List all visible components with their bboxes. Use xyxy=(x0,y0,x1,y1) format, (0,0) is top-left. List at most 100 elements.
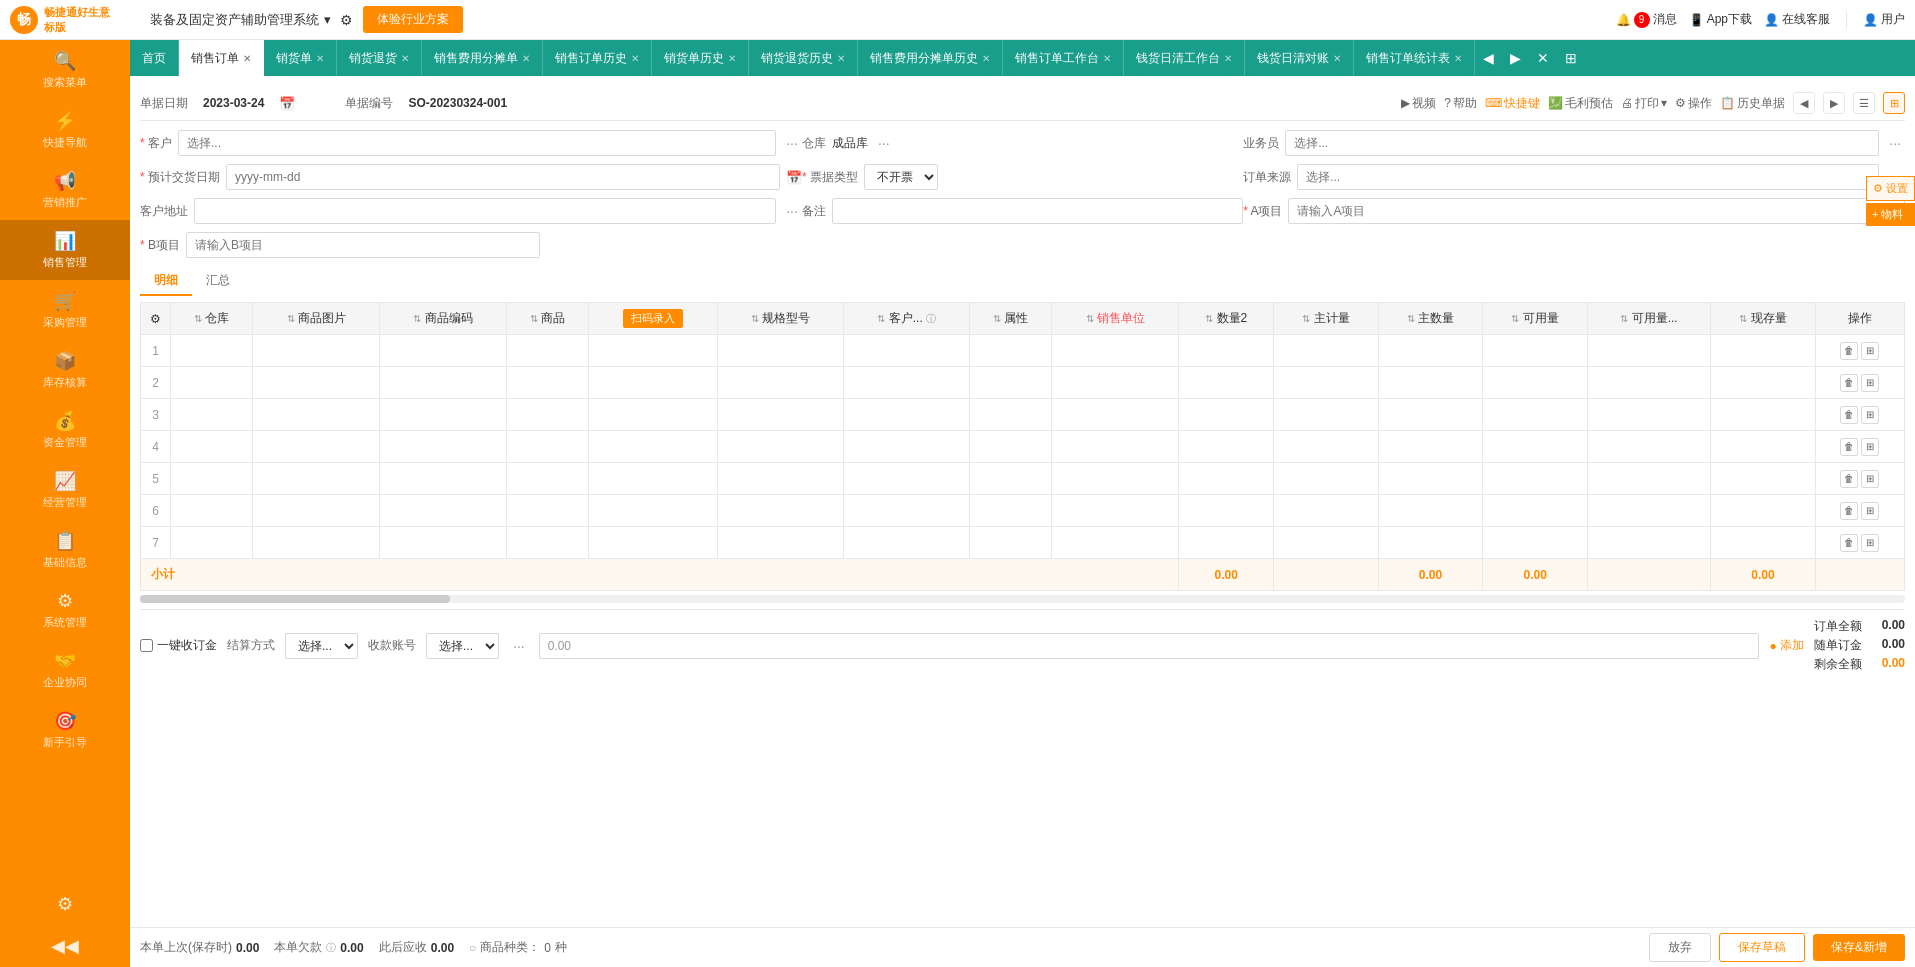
tab-sales-order-history[interactable]: 销售订单历史 ✕ xyxy=(543,40,652,76)
row6-warehouse[interactable] xyxy=(171,495,253,527)
row6-product-img[interactable] xyxy=(253,495,380,527)
video-action[interactable]: ▶ 视频 xyxy=(1401,95,1436,112)
row7-warehouse[interactable] xyxy=(171,527,253,559)
sidebar-item-purchase[interactable]: 🛒 采购管理 xyxy=(0,280,130,340)
row7-available[interactable] xyxy=(1483,527,1588,559)
row2-warehouse[interactable] xyxy=(171,367,253,399)
row1-product-img[interactable] xyxy=(253,335,380,367)
trial-industry-button[interactable]: 体验行业方案 xyxy=(363,6,463,33)
row6-attribute[interactable] xyxy=(970,495,1052,527)
account-select[interactable]: 选择... xyxy=(426,633,499,659)
row3-main-qty[interactable] xyxy=(1378,399,1483,431)
row3-copy-icon[interactable]: ⊞ xyxy=(1861,406,1879,424)
row6-spec[interactable] xyxy=(717,495,844,527)
tab-summary[interactable]: 汇总 xyxy=(192,267,244,296)
row3-delete-icon[interactable]: 🗑 xyxy=(1840,406,1858,424)
row1-copy-icon[interactable]: ⊞ xyxy=(1861,342,1879,360)
customer-input[interactable] xyxy=(178,130,776,156)
sidebar-item-settings[interactable]: ⚙ xyxy=(0,883,130,925)
save-new-button[interactable]: 保存&新增 xyxy=(1813,934,1905,961)
row7-scan[interactable] xyxy=(589,527,717,559)
warehouse-more-icon[interactable]: ··· xyxy=(874,135,894,151)
product-count-circle-icon[interactable]: ○ xyxy=(469,941,476,955)
row3-customer-code[interactable] xyxy=(844,399,970,431)
tab-sales-invoice[interactable]: 销货单 ✕ xyxy=(264,40,337,76)
order-source-input[interactable] xyxy=(1297,164,1879,190)
row7-current-stock[interactable] xyxy=(1711,527,1816,559)
row4-sales-unit[interactable] xyxy=(1052,431,1179,463)
row6-current-stock[interactable] xyxy=(1711,495,1816,527)
row3-product-code[interactable] xyxy=(380,399,507,431)
row5-scan[interactable] xyxy=(589,463,717,495)
row6-scan[interactable] xyxy=(589,495,717,527)
row4-attribute[interactable] xyxy=(970,431,1052,463)
row4-copy-icon[interactable]: ⊞ xyxy=(1861,438,1879,456)
row6-available2[interactable] xyxy=(1587,495,1710,527)
row1-current-stock[interactable] xyxy=(1711,335,1816,367)
row5-current-stock[interactable] xyxy=(1711,463,1816,495)
row6-customer-code[interactable] xyxy=(844,495,970,527)
tab-close-icon[interactable]: ✕ xyxy=(631,53,639,64)
tab-sales-return[interactable]: 销货退货 ✕ xyxy=(337,40,422,76)
row2-product-img[interactable] xyxy=(253,367,380,399)
row2-product-code[interactable] xyxy=(380,367,507,399)
tab-sales-order[interactable]: 销售订单 ✕ xyxy=(179,40,264,76)
row2-main-unit[interactable] xyxy=(1274,367,1379,399)
row5-available[interactable] xyxy=(1483,463,1588,495)
row5-qty2[interactable] xyxy=(1179,463,1274,495)
remark-input[interactable] xyxy=(832,198,1243,224)
settings-panel-btn[interactable]: ⚙ 设置 xyxy=(1866,176,1915,201)
row5-product[interactable] xyxy=(507,463,589,495)
sidebar-item-marketing[interactable]: 📢 营销推广 xyxy=(0,160,130,220)
row2-product[interactable] xyxy=(507,367,589,399)
row7-product[interactable] xyxy=(507,527,589,559)
row4-current-stock[interactable] xyxy=(1711,431,1816,463)
row5-delete-icon[interactable]: 🗑 xyxy=(1840,470,1858,488)
row5-attribute[interactable] xyxy=(970,463,1052,495)
operation-action[interactable]: ⚙ 操作 xyxy=(1675,95,1712,112)
tab-sales-expense[interactable]: 销售费用分摊单 ✕ xyxy=(422,40,543,76)
row5-copy-icon[interactable]: ⊞ xyxy=(1861,470,1879,488)
sidebar-collapse-button[interactable]: ◀◀ xyxy=(0,925,130,967)
customer-address-input[interactable] xyxy=(194,198,776,224)
row7-main-unit[interactable] xyxy=(1274,527,1379,559)
add-payment-btn[interactable]: ● 添加 xyxy=(1769,637,1803,654)
account-more-icon[interactable]: ··· xyxy=(509,638,529,654)
row5-product-code[interactable] xyxy=(380,463,507,495)
add-material-btn[interactable]: + 物料 xyxy=(1866,203,1915,226)
calendar-icon[interactable]: 📅 xyxy=(279,96,295,111)
row3-attribute[interactable] xyxy=(970,399,1052,431)
row5-sales-unit[interactable] xyxy=(1052,463,1179,495)
row6-product-code[interactable] xyxy=(380,495,507,527)
notification-item[interactable]: 🔔 9 消息 xyxy=(1616,11,1677,28)
settings-icon[interactable]: ⚙ xyxy=(340,12,353,28)
row2-main-qty[interactable] xyxy=(1378,367,1483,399)
row5-customer-code[interactable] xyxy=(844,463,970,495)
tab-next-button[interactable]: ▶ xyxy=(1502,40,1529,76)
row7-product-img[interactable] xyxy=(253,527,380,559)
online-service-item[interactable]: 👤 在线客服 xyxy=(1764,11,1830,28)
row3-product[interactable] xyxy=(507,399,589,431)
row1-qty2[interactable] xyxy=(1179,335,1274,367)
row7-main-qty[interactable] xyxy=(1378,527,1483,559)
row1-sales-unit[interactable] xyxy=(1052,335,1179,367)
row4-scan[interactable] xyxy=(589,431,717,463)
row3-warehouse[interactable] xyxy=(171,399,253,431)
amount-input[interactable] xyxy=(539,633,1760,659)
row4-product-img[interactable] xyxy=(253,431,380,463)
sidebar-item-finance[interactable]: 💰 资金管理 xyxy=(0,400,130,460)
row4-qty2[interactable] xyxy=(1179,431,1274,463)
tab-close-icon[interactable]: ✕ xyxy=(243,53,251,64)
row7-copy-icon[interactable]: ⊞ xyxy=(1861,534,1879,552)
row1-product-code[interactable] xyxy=(380,335,507,367)
row2-qty2[interactable] xyxy=(1179,367,1274,399)
row1-available[interactable] xyxy=(1483,335,1588,367)
tab-close-all-button[interactable]: ✕ xyxy=(1529,40,1557,76)
row7-qty2[interactable] xyxy=(1179,527,1274,559)
row5-spec[interactable] xyxy=(717,463,844,495)
tab-daily-reconcile[interactable]: 钱货日清对账 ✕ xyxy=(1245,40,1354,76)
row5-main-qty[interactable] xyxy=(1378,463,1483,495)
nav-prev-icon[interactable]: ◀ xyxy=(1793,92,1815,114)
row1-customer-code[interactable] xyxy=(844,335,970,367)
sidebar-item-sales[interactable]: 📊 销售管理 xyxy=(0,220,130,280)
